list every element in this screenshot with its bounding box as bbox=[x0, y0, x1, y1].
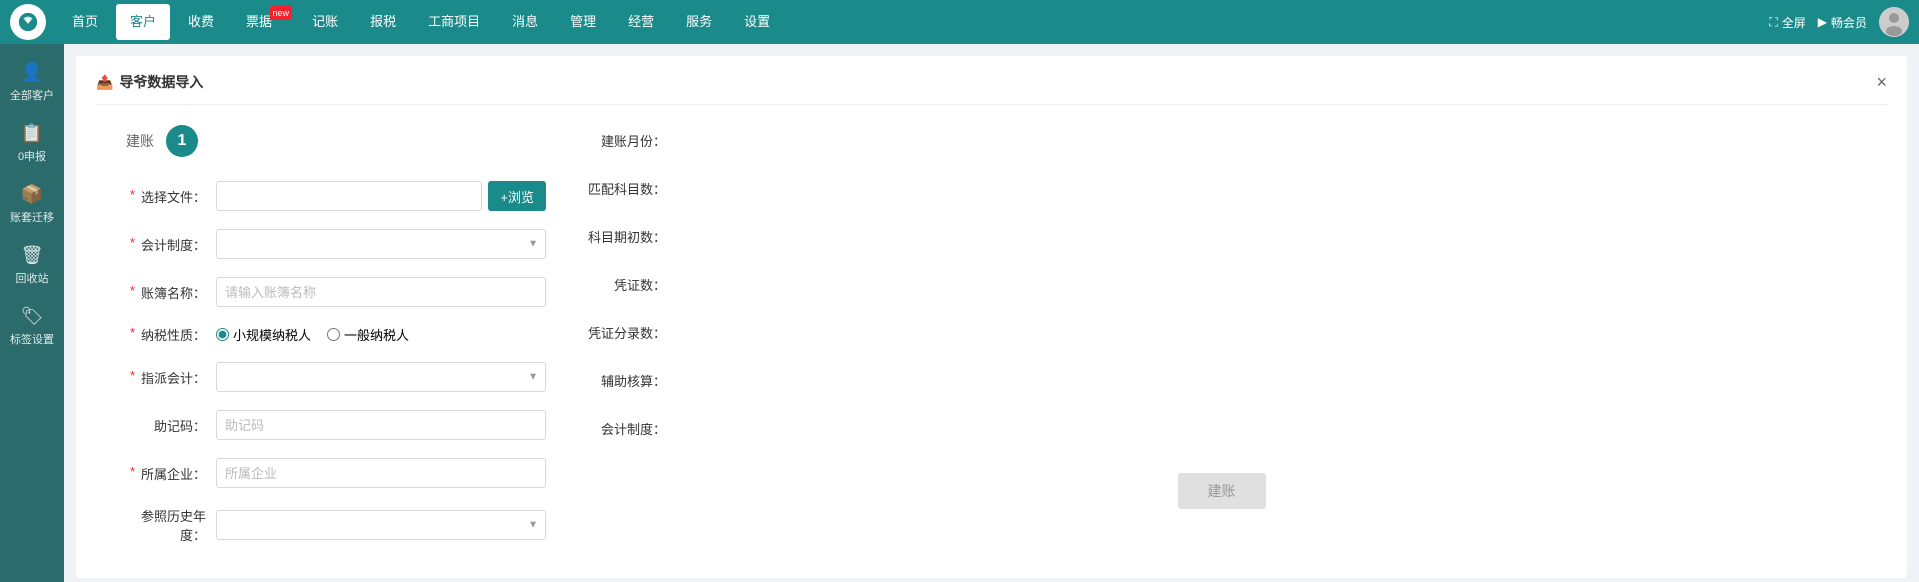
radio-small-taxpayer[interactable]: 小规模纳税人 bbox=[216, 325, 311, 344]
vip-btn[interactable]: ▶ 畅会员 bbox=[1818, 14, 1867, 31]
declaration-icon: 📋 bbox=[21, 123, 43, 144]
assign-accountant-select[interactable] bbox=[216, 362, 546, 392]
nav-home[interactable]: 首页 bbox=[58, 4, 112, 40]
nav-right: ⛶ 全屏 ▶ 畅会员 bbox=[1769, 7, 1909, 37]
nav-finance[interactable]: 经营 bbox=[614, 4, 668, 40]
nav-services[interactable]: 服务 bbox=[672, 4, 726, 40]
belongs-company-row: 所属企业： bbox=[126, 458, 546, 488]
tag-icon: 🏷 bbox=[21, 306, 44, 327]
step-label: 建账 bbox=[126, 131, 154, 151]
sidebar-item-all-customers[interactable]: 👤 全部客户 bbox=[0, 52, 64, 113]
voucher-entries-label: 凭证分录数： bbox=[586, 323, 676, 342]
form-container: 建账 1 选择文件： +浏览 会计制度： bbox=[96, 125, 1887, 562]
sidebar-item-tags[interactable]: 🏷 标签设置 bbox=[0, 296, 64, 357]
sidebar-item-recycle[interactable]: 🗑 回收站 bbox=[0, 235, 64, 296]
nav-messages[interactable]: 消息 bbox=[498, 4, 552, 40]
nav-business[interactable]: 工商项目 bbox=[414, 4, 494, 40]
aux-accounting-label: 辅助核算： bbox=[586, 371, 676, 390]
reference-year-label: 参照历史年度： bbox=[126, 506, 216, 544]
voucher-entries-value bbox=[676, 317, 1857, 347]
aux-accounting-row: 辅助核算： bbox=[586, 365, 1857, 395]
user-avatar[interactable] bbox=[1879, 7, 1909, 37]
match-subjects-row: 匹配科目数： bbox=[586, 173, 1857, 203]
app-logo[interactable] bbox=[10, 4, 46, 40]
accounting-system-right-row: 会计制度： bbox=[586, 413, 1857, 443]
nav-customers[interactable]: 客户 bbox=[116, 4, 170, 40]
layout: 👤 全部客户 📋 0申报 📦 账套迁移 🗑 回收站 🏷 标签设置 📤 导爷数据导… bbox=[0, 44, 1919, 582]
migration-icon: 📦 bbox=[21, 184, 43, 205]
accounting-system-select[interactable] bbox=[216, 229, 546, 259]
reference-year-select[interactable] bbox=[216, 510, 546, 540]
fullscreen-icon: ⛶ bbox=[1769, 15, 1777, 30]
voucher-count-label: 凭证数： bbox=[586, 275, 676, 294]
file-input[interactable] bbox=[216, 181, 482, 211]
file-select-row: 选择文件： +浏览 bbox=[126, 181, 546, 211]
ledger-name-input[interactable] bbox=[216, 277, 546, 307]
tax-nature-radios: 小规模纳税人 一般纳税人 bbox=[216, 325, 409, 344]
browse-button[interactable]: +浏览 bbox=[488, 181, 546, 211]
ledger-name-row: 账簿名称： bbox=[126, 277, 546, 307]
init-balance-label: 科目期初数： bbox=[586, 227, 676, 246]
accounting-system-row: 会计制度： ▼ bbox=[126, 229, 546, 259]
top-nav: 首页 客户 收费 票据 new 记账 报税 工商项目 消息 管理 经营 服务 设… bbox=[0, 0, 1919, 44]
import-panel: 📤 导爷数据导入 × 建账 1 选择文件： bbox=[76, 56, 1907, 578]
recycle-icon: 🗑 bbox=[21, 245, 44, 266]
assign-accountant-label: 指派会计： bbox=[126, 368, 216, 387]
reference-year-row: 参照历史年度： ▼ bbox=[126, 506, 546, 544]
tax-nature-row: 纳税性质： 小规模纳税人 一般纳税人 bbox=[126, 325, 546, 344]
build-account-button[interactable]: 建账 bbox=[1178, 473, 1266, 509]
voucher-entries-row: 凭证分录数： bbox=[586, 317, 1857, 347]
main-content: 📤 导爷数据导入 × 建账 1 选择文件： bbox=[64, 44, 1919, 582]
match-subjects-label: 匹配科目数： bbox=[586, 179, 676, 198]
sidebar: 👤 全部客户 📋 0申报 📦 账套迁移 🗑 回收站 🏷 标签设置 bbox=[0, 44, 64, 582]
build-month-value bbox=[676, 125, 1857, 155]
vip-icon: ▶ bbox=[1818, 15, 1827, 29]
close-button[interactable]: × bbox=[1876, 72, 1887, 93]
fullscreen-btn[interactable]: ⛶ 全屏 bbox=[1769, 14, 1805, 31]
panel-title: 📤 导爷数据导入 bbox=[96, 72, 1887, 105]
memo-code-input[interactable] bbox=[216, 410, 546, 440]
nav-accounting[interactable]: 记账 bbox=[298, 4, 352, 40]
nav-management[interactable]: 管理 bbox=[556, 4, 610, 40]
accounting-system-label: 会计制度： bbox=[126, 235, 216, 254]
import-icon: 📤 bbox=[96, 74, 113, 91]
belongs-company-label: 所属企业： bbox=[126, 464, 216, 483]
memo-code-label: 助记码： bbox=[126, 416, 216, 435]
match-subjects-value bbox=[676, 173, 1857, 203]
new-badge: new bbox=[270, 6, 293, 20]
nav-items: 首页 客户 收费 票据 new 记账 报税 工商项目 消息 管理 经营 服务 设… bbox=[58, 4, 1769, 40]
sidebar-item-migration[interactable]: 📦 账套迁移 bbox=[0, 174, 64, 235]
file-label: 选择文件： bbox=[126, 187, 216, 206]
tax-nature-label: 纳税性质： bbox=[126, 325, 216, 344]
build-month-label: 建账月份： bbox=[586, 131, 676, 150]
nav-invoices[interactable]: 票据 new bbox=[232, 4, 294, 40]
user-icon: 👤 bbox=[21, 62, 43, 83]
step-header: 建账 1 bbox=[126, 125, 546, 157]
assign-accountant-row: 指派会计： ▼ bbox=[126, 362, 546, 392]
voucher-count-value bbox=[676, 269, 1857, 299]
nav-billing[interactable]: 收费 bbox=[174, 4, 228, 40]
memo-code-row: 助记码： bbox=[126, 410, 546, 440]
accounting-system-right-label: 会计制度： bbox=[586, 419, 676, 438]
radio-general-taxpayer[interactable]: 一般纳税人 bbox=[327, 325, 409, 344]
sidebar-item-declaration[interactable]: 📋 0申报 bbox=[0, 113, 64, 174]
ledger-name-label: 账簿名称： bbox=[126, 283, 216, 302]
form-right: 建账月份： 匹配科目数： 科目期初数： 凭证数： bbox=[586, 125, 1857, 562]
build-month-row: 建账月份： bbox=[586, 125, 1857, 155]
belongs-company-input[interactable] bbox=[216, 458, 546, 488]
voucher-count-row: 凭证数： bbox=[586, 269, 1857, 299]
init-balance-value bbox=[676, 221, 1857, 251]
aux-accounting-value bbox=[676, 365, 1857, 395]
form-left: 建账 1 选择文件： +浏览 会计制度： bbox=[126, 125, 546, 562]
accounting-system-right-value bbox=[676, 413, 1857, 443]
init-balance-row: 科目期初数： bbox=[586, 221, 1857, 251]
nav-tax[interactable]: 报税 bbox=[356, 4, 410, 40]
nav-settings[interactable]: 设置 bbox=[730, 4, 784, 40]
step-circle: 1 bbox=[166, 125, 198, 157]
